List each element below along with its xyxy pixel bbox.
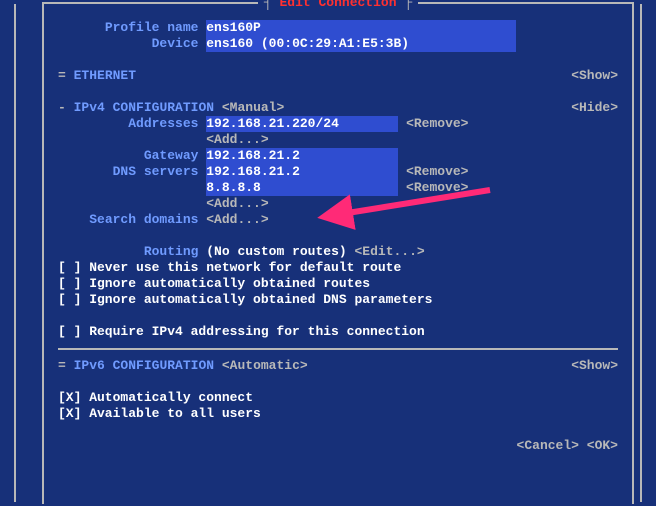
ipv6-section-marker: = [58, 358, 66, 374]
ethernet-header: ETHERNET [74, 68, 136, 84]
addresses-label: Addresses [128, 116, 198, 132]
dialog-title: Edit Connection [279, 0, 396, 10]
checkbox-ignore-dns[interactable]: [ ] Ignore automatically obtained DNS pa… [58, 292, 432, 308]
dns-1-remove-button[interactable]: <Remove> [406, 180, 468, 196]
checkbox-auto-connect[interactable]: [X] Automatically connect [58, 390, 253, 406]
checkbox-require-ipv4[interactable]: [ ] Require IPv4 addressing for this con… [58, 324, 425, 340]
ipv6-mode-select[interactable]: <Automatic> [222, 358, 308, 374]
routing-label: Routing [144, 244, 199, 260]
gateway-input[interactable]: 192.168.21.2 [206, 148, 398, 164]
profile-name-input[interactable]: ens160P [206, 20, 516, 36]
cancel-button[interactable]: <Cancel> [517, 438, 579, 454]
routing-edit-button[interactable]: <Edit...> [355, 244, 425, 260]
dns-0-input[interactable]: 192.168.21.2 [206, 164, 398, 180]
ethernet-show-button[interactable]: <Show> [571, 68, 618, 84]
checkbox-never-default[interactable]: [ ] Never use this network for default r… [58, 260, 401, 276]
ipv6-header: IPv6 CONFIGURATION [74, 358, 214, 374]
routing-value: (No custom routes) [206, 244, 346, 260]
dns-0-remove-button[interactable]: <Remove> [406, 164, 468, 180]
gateway-label: Gateway [144, 148, 199, 164]
search-domains-add-button[interactable]: <Add...> [206, 212, 268, 228]
dns-1-input[interactable]: 8.8.8.8 [206, 180, 398, 196]
search-domains-label: Search domains [89, 212, 198, 228]
profile-name-label: Profile name [105, 20, 199, 36]
dns-label: DNS servers [113, 164, 199, 180]
ethernet-section-marker: = [58, 68, 66, 84]
ipv4-header: IPv4 CONFIGURATION [74, 100, 214, 116]
device-input[interactable]: ens160 (00:0C:29:A1:E5:3B) [206, 36, 516, 52]
device-label: Device [152, 36, 199, 52]
ipv4-hide-button[interactable]: <Hide> [571, 100, 618, 116]
address-0-input[interactable]: 192.168.21.220/24 [206, 116, 398, 132]
separator [58, 348, 618, 350]
checkbox-ignore-routes[interactable]: [ ] Ignore automatically obtained routes [58, 276, 370, 292]
address-0-remove-button[interactable]: <Remove> [406, 116, 468, 132]
address-add-button[interactable]: <Add...> [206, 132, 268, 148]
dns-add-button[interactable]: <Add...> [206, 196, 268, 212]
ipv4-mode-select[interactable]: <Manual> [222, 100, 284, 116]
checkbox-available-all[interactable]: [X] Available to all users [58, 406, 261, 422]
ok-button[interactable]: <OK> [587, 438, 618, 454]
dialog-panel: ┤ Edit Connection ├ Profile name ens160P… [42, 2, 634, 504]
ipv6-show-button[interactable]: <Show> [571, 358, 618, 374]
ipv4-section-marker: - [58, 100, 66, 116]
